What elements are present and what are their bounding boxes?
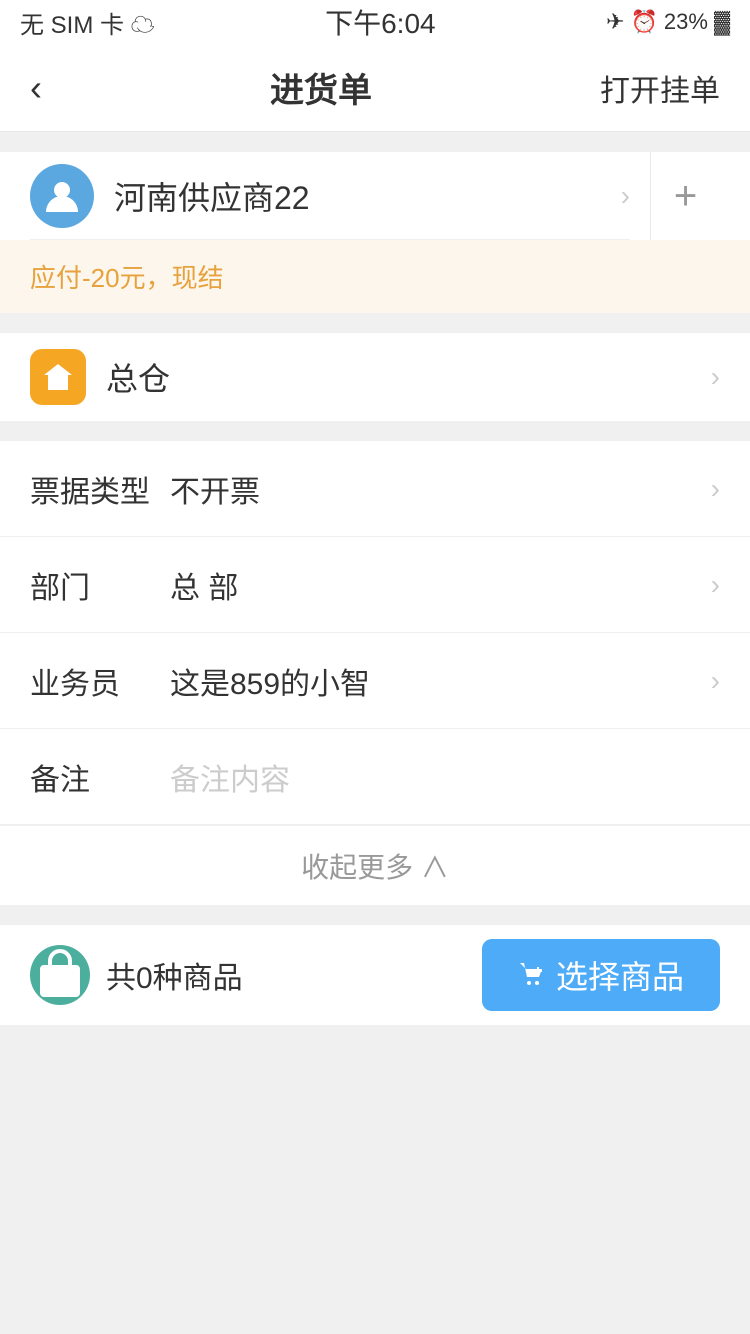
supplier-avatar [30, 164, 94, 228]
remark-row[interactable]: 备注 备注内容 [0, 729, 750, 825]
salesperson-chevron: › [711, 665, 720, 697]
select-product-button[interactable]: 选择商品 [482, 939, 720, 1011]
supplier-chevron-icon: › [621, 180, 630, 212]
salesperson-value: 这是859的小智 [170, 659, 711, 703]
bottom-bar: 共0种商品 选择商品 [0, 925, 750, 1025]
warehouse-name: 总仓 [106, 354, 711, 400]
status-left: 无 SIM 卡 ☁ [20, 5, 155, 40]
status-right: ✈ ⏰ 23% ▓ [606, 9, 730, 35]
house-icon [42, 361, 74, 393]
sim-label: 无 SIM 卡 ☁ [20, 5, 155, 40]
product-icon [30, 945, 90, 1005]
alarm-icon: ⏰ [630, 9, 657, 35]
form-section: 票据类型 不开票 › 部门 总 部 › 业务员 这是859的小智 › 备注 备注… [0, 441, 750, 905]
supplier-name: 河南供应商22 [114, 173, 621, 219]
warehouse-row[interactable]: 总仓 › [30, 333, 720, 421]
invoice-type-row[interactable]: 票据类型 不开票 › [0, 441, 750, 537]
person-icon [42, 176, 82, 216]
back-button[interactable]: ‹ [30, 67, 42, 109]
select-product-label: 选择商品 [556, 952, 684, 998]
add-supplier-button[interactable]: + [650, 152, 720, 240]
remark-label: 备注 [30, 755, 170, 799]
battery-label: 23% [664, 9, 708, 35]
status-time: 下午6:04 [325, 2, 436, 42]
salesperson-label: 业务员 [30, 659, 170, 703]
department-value: 总 部 [170, 563, 711, 607]
warehouse-icon [30, 349, 86, 405]
location-icon: ✈ [606, 9, 624, 35]
open-pending-button[interactable]: 打开挂单 [600, 66, 720, 110]
status-bar: 无 SIM 卡 ☁ 下午6:04 ✈ ⏰ 23% ▓ [0, 0, 750, 44]
invoice-type-label: 票据类型 [30, 467, 170, 511]
warehouse-chevron-icon: › [711, 361, 720, 393]
supplier-row[interactable]: 河南供应商22 › [30, 152, 630, 240]
warehouse-section: 总仓 › [0, 333, 750, 421]
salesperson-row[interactable]: 业务员 这是859的小智 › [0, 633, 750, 729]
nav-bar: ‹ 进货单 打开挂单 [0, 44, 750, 132]
invoice-type-chevron: › [711, 473, 720, 505]
battery-icon: ▓ [714, 9, 730, 35]
page-title: 进货单 [270, 63, 372, 112]
department-label: 部门 [30, 563, 170, 607]
cart-icon [518, 961, 546, 989]
remark-placeholder[interactable]: 备注内容 [170, 755, 720, 799]
collapse-button[interactable]: 收起更多 ∧ [0, 825, 750, 905]
supplier-section: 河南供应商22 › + [0, 152, 750, 240]
department-chevron: › [711, 569, 720, 601]
department-row[interactable]: 部门 总 部 › [0, 537, 750, 633]
product-count-label: 共0种商品 [106, 953, 482, 997]
bag-icon [30, 945, 90, 1005]
sep-1 [0, 132, 750, 152]
notice-banner: 应付-20元，现结 [0, 240, 750, 313]
invoice-type-value: 不开票 [170, 467, 711, 511]
